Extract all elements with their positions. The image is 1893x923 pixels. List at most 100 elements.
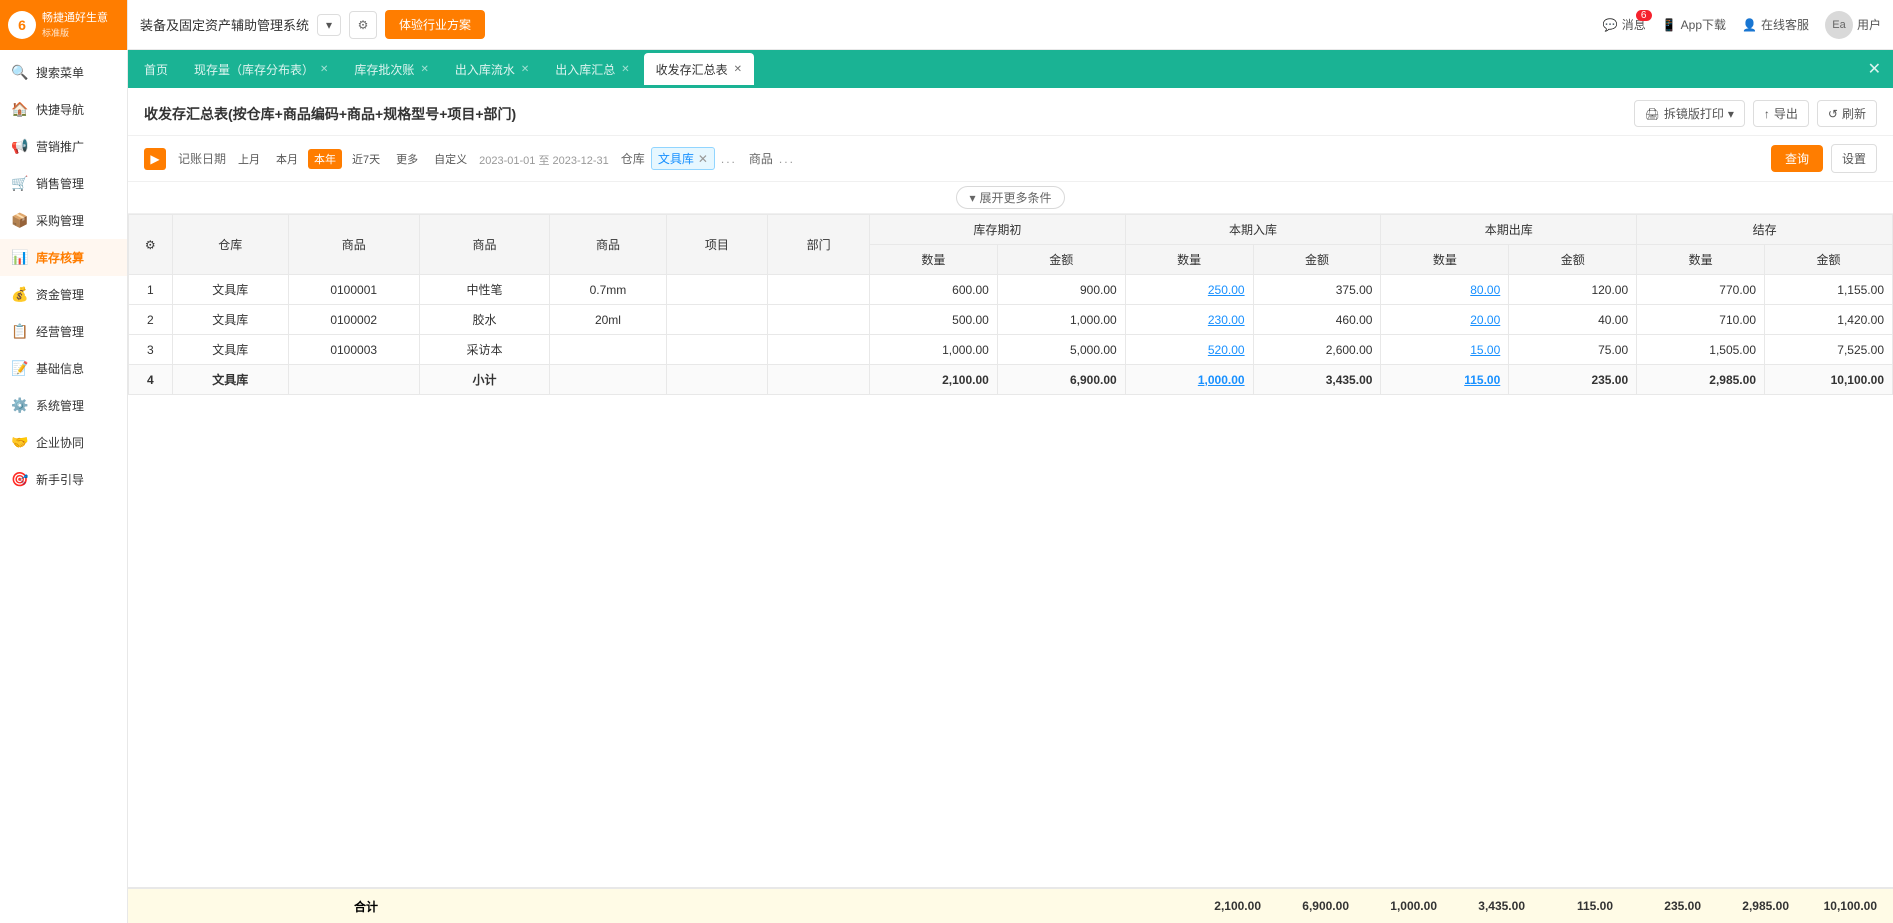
table-cell-8: 900.00 [997, 275, 1125, 305]
online-service-action[interactable]: 👤 在线客服 [1742, 16, 1809, 33]
sidebar-item-operation[interactable]: 📋经营管理 [0, 313, 127, 350]
footer-in-qty: 1,000.00 [1357, 899, 1445, 913]
tab-in-out-flow[interactable]: 出入库流水 ✕ [443, 53, 541, 85]
date-pill-更多[interactable]: 更多 [390, 149, 424, 169]
table-cell-11[interactable]: 80.00 [1381, 275, 1509, 305]
tab-label-in-out-flow: 出入库流水 [455, 61, 515, 78]
sidebar-item-label: 快捷导航 [36, 101, 84, 118]
tab-inventory-dist[interactable]: 现存量（库存分布表）✕ [182, 53, 340, 85]
user-action[interactable]: Ea 用户 [1825, 11, 1881, 39]
sidebar-item-search[interactable]: 🔍搜索菜单 [0, 54, 127, 91]
footer-out-amt: 235.00 [1621, 899, 1709, 913]
table-cell-5 [666, 275, 768, 305]
tab-close-batch[interactable]: ✕ [420, 64, 428, 75]
user-avatar: Ea [1825, 11, 1853, 39]
tab-batch[interactable]: 库存批次账✕ [342, 53, 440, 85]
gear-button[interactable]: ⚙ [349, 11, 377, 39]
sidebar-item-basic[interactable]: 📝基础信息 [0, 350, 127, 387]
table-cell-0: 3 [129, 335, 173, 365]
footer-open-amt: 6,900.00 [1269, 899, 1357, 913]
table-cell-9[interactable]: 230.00 [1125, 305, 1253, 335]
sidebar-item-label: 搜索菜单 [36, 64, 84, 81]
tab-label-stock-summary: 收发存汇总表 [656, 61, 728, 78]
table-cell-9[interactable]: 250.00 [1125, 275, 1253, 305]
refresh-icon: ↺ [1828, 107, 1838, 121]
close-all-tabs[interactable]: ✕ [1860, 59, 1889, 79]
export-button[interactable]: ↑ 导出 [1753, 100, 1809, 127]
expand-bar: ▾ 展开更多条件 [128, 182, 1893, 214]
table-cell-6 [768, 275, 870, 305]
table-cell-6 [768, 305, 870, 335]
date-pill-本年[interactable]: 本年 [308, 149, 342, 169]
warehouse-tag[interactable]: 文具库 ✕ [651, 147, 715, 170]
refresh-button[interactable]: ↺ 刷新 [1817, 100, 1877, 127]
th-settings[interactable]: ⚙ [129, 215, 173, 275]
message-action[interactable]: 💬 消息 6 [1603, 16, 1646, 33]
trial-button[interactable]: 体验行业方案 [385, 10, 485, 39]
table-cell-9[interactable]: 520.00 [1125, 335, 1253, 365]
table-cell-1: 文具库 [172, 365, 288, 395]
table-cell-9[interactable]: 1,000.00 [1125, 365, 1253, 395]
date-pill-近7天[interactable]: 近7天 [346, 149, 386, 169]
tab-home[interactable]: 首页 [132, 53, 180, 85]
print-icon: 🖨 [1645, 107, 1660, 121]
table-cell-0: 1 [129, 275, 173, 305]
finance-icon: 💰 [12, 287, 28, 303]
table-cell-3: 小计 [419, 365, 550, 395]
table-cell-2: 0100002 [288, 305, 419, 335]
filter-expand-arrow[interactable]: ▶ [144, 148, 166, 170]
date-pill-本月[interactable]: 本月 [270, 149, 304, 169]
date-pill-自定义[interactable]: 自定义 [428, 149, 473, 169]
filter-settings-button[interactable]: 设置 [1831, 144, 1877, 173]
tab-close-inventory-dist[interactable]: ✕ [320, 64, 328, 75]
sidebar-item-marketing[interactable]: 📢营销推广 [0, 128, 127, 165]
query-button[interactable]: 查询 [1771, 145, 1823, 172]
online-service-label: 在线客服 [1761, 16, 1809, 33]
sidebar-item-quick-nav[interactable]: 🏠 快捷导航 [0, 91, 127, 128]
table-cell-13: 2,985.00 [1637, 365, 1765, 395]
sidebar-item-system[interactable]: ⚙️系统管理 [0, 387, 127, 424]
tab-in-out-summary[interactable]: 出入库汇总✕ [543, 53, 641, 85]
sidebar-item-inventory[interactable]: 📊库存核算 [0, 239, 127, 276]
warehouse-tag-close[interactable]: ✕ [698, 152, 708, 166]
th-code: 商品 [288, 215, 419, 275]
print-button[interactable]: 🖨 拆镜版打印 ▾ [1634, 100, 1745, 127]
warehouse-more-dots[interactable]: ... [721, 152, 737, 166]
table-cell-3: 中性笔 [419, 275, 550, 305]
sidebar-item-label: 营销推广 [36, 138, 84, 155]
table-cell-10: 375.00 [1253, 275, 1381, 305]
table-cell-10: 3,435.00 [1253, 365, 1381, 395]
sidebar-item-sales[interactable]: 🛒销售管理 [0, 165, 127, 202]
sidebar: 6 畅捷通好生意 标准版 🔍搜索菜单🏠快捷导航📢营销推广🛒销售管理📦采购管理📊库… [0, 0, 128, 923]
date-filter-group: 记账日期 上月本月本年近7天更多自定义 2023-01-01 至 2023-12… [178, 149, 609, 169]
goods-more-dots[interactable]: ... [779, 152, 795, 166]
table-cell-11[interactable]: 115.00 [1381, 365, 1509, 395]
th-out-amt: 金额 [1509, 245, 1637, 275]
filter-right-actions: 查询 设置 [1771, 144, 1877, 173]
table-cell-1: 文具库 [172, 335, 288, 365]
table-cell-1: 文具库 [172, 305, 288, 335]
tab-close-stock-summary[interactable]: ✕ [734, 64, 742, 75]
system-dropdown[interactable]: ▾ [317, 14, 341, 36]
sidebar-item-purchase[interactable]: 📦采购管理 [0, 202, 127, 239]
enterprise-icon: 🤝 [12, 435, 28, 451]
tab-label-home: 首页 [144, 61, 168, 78]
sidebar-item-enterprise[interactable]: 🤝企业协同 [0, 424, 127, 461]
th-bal-amt: 金额 [1765, 245, 1893, 275]
sidebar-item-finance[interactable]: 💰资金管理 [0, 276, 127, 313]
tab-close-in-out-summary[interactable]: ✕ [621, 64, 629, 75]
app-download-action[interactable]: 📱 App下载 [1662, 16, 1726, 33]
table-cell-7: 600.00 [869, 275, 997, 305]
quick-nav-icon: 🏠 [12, 102, 28, 118]
table-cell-11[interactable]: 15.00 [1381, 335, 1509, 365]
expand-conditions-button[interactable]: ▾ 展开更多条件 [956, 186, 1064, 209]
purchase-icon: 📦 [12, 213, 28, 229]
sidebar-item-newbie[interactable]: 🎯新手引导 [0, 461, 127, 498]
tab-stock-summary[interactable]: 收发存汇总表 ✕ [644, 53, 754, 85]
table-cell-11[interactable]: 20.00 [1381, 305, 1509, 335]
tab-close-in-out-flow[interactable]: ✕ [521, 64, 529, 75]
date-pill-上月[interactable]: 上月 [232, 149, 266, 169]
th-open-qty: 数量 [869, 245, 997, 275]
table-cell-12: 235.00 [1509, 365, 1637, 395]
logo-icon: 6 [8, 11, 36, 39]
